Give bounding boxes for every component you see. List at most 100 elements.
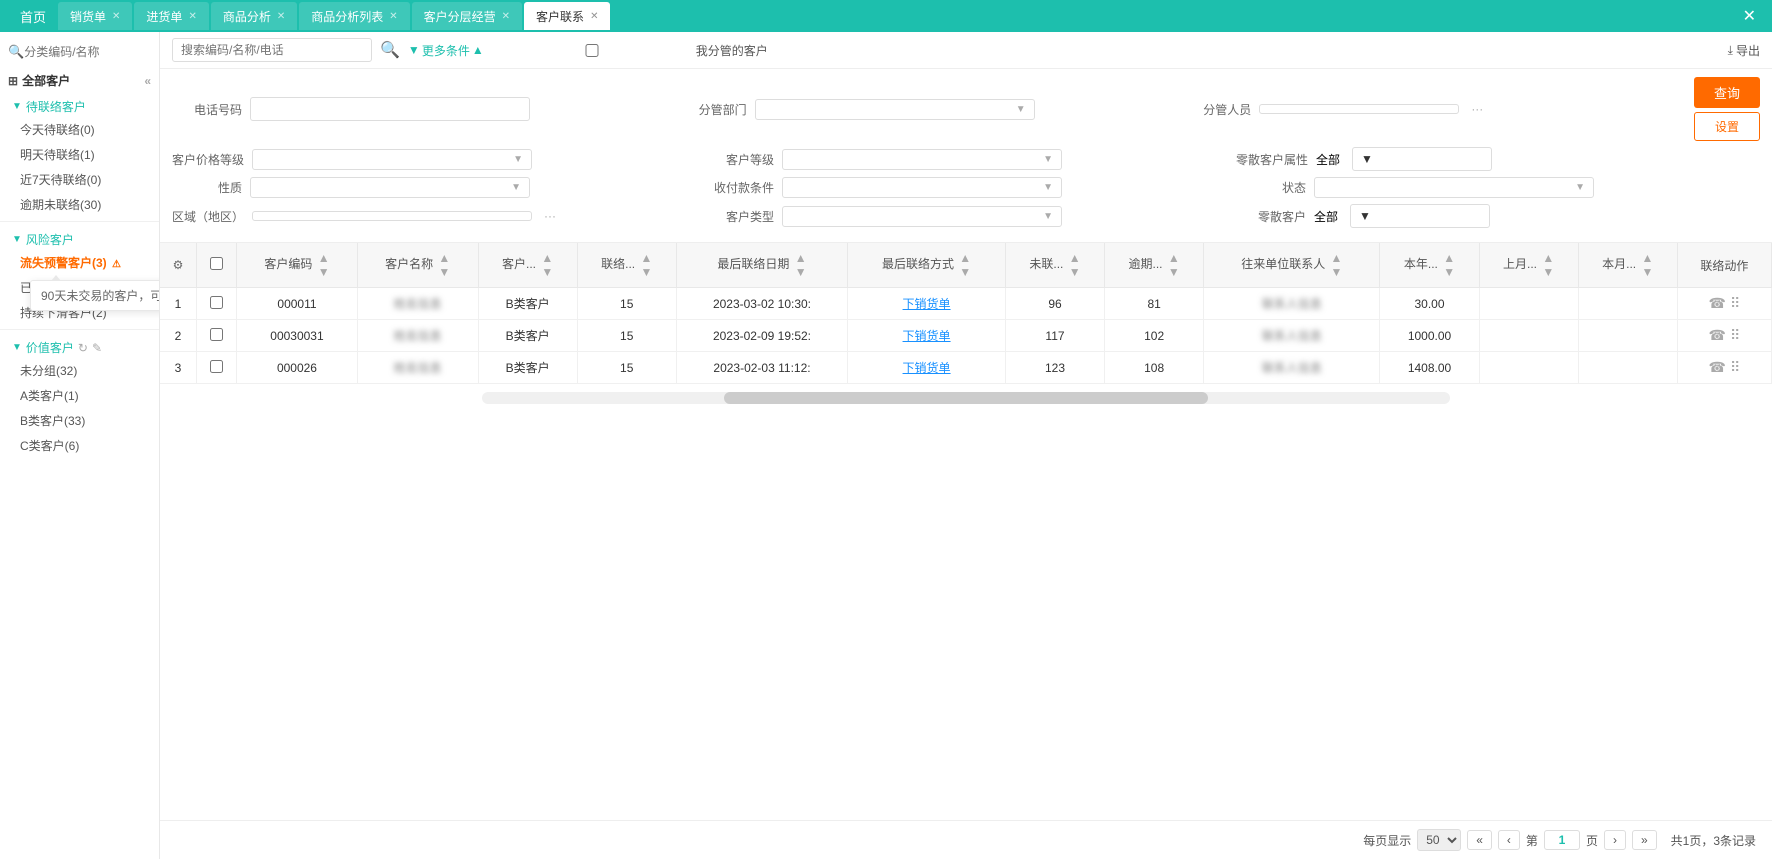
my-customers-checkbox[interactable] <box>492 44 692 57</box>
sidebar-item-class-c[interactable]: C类客户(6) <box>0 433 159 458</box>
horizontal-scrollbar[interactable] <box>482 392 1449 404</box>
settings-button[interactable]: 设置 <box>1694 112 1760 141</box>
status-select[interactable]: ▼ <box>1314 177 1594 198</box>
td-date-1: 2023-03-02 10:30: <box>676 288 847 320</box>
pay-select[interactable]: ▼ <box>782 177 1062 198</box>
prev-page-btn[interactable]: ‹ <box>1498 830 1520 850</box>
action-more-icon-2[interactable]: ⠿ <box>1730 327 1740 344</box>
my-customers-checkbox-label[interactable]: 我分管的客户 <box>492 42 768 59</box>
name-sort-icon[interactable]: ▲▼ <box>438 251 450 279</box>
nav-home[interactable]: 首页 <box>8 7 58 26</box>
date-sort-icon[interactable]: ▲▼ <box>795 251 807 279</box>
gender-select[interactable]: ▼ <box>250 177 530 198</box>
last-page-btn[interactable]: » <box>1632 830 1657 850</box>
window-close-btn[interactable]: ✕ <box>1735 6 1764 26</box>
zero-select[interactable]: ▼ <box>1350 204 1490 228</box>
type-select[interactable]: ▼ <box>782 206 1062 227</box>
sidebar-search-icon: 🔍 <box>8 44 24 60</box>
lmonth-sort-icon[interactable]: ▲▼ <box>1542 251 1554 279</box>
sidebar-item-class-b[interactable]: B类客户(33) <box>0 408 159 433</box>
sidebar-item-loss-warning[interactable]: 流失预警客户(3) ⚠ <box>0 250 159 275</box>
nav-tab-purchase-close[interactable]: ✕ <box>188 11 196 22</box>
price-level-select[interactable]: ▼ <box>252 149 532 170</box>
select-all-checkbox[interactable] <box>210 257 223 270</box>
sidebar-group-risk[interactable]: ▼ 风险客户 <box>0 226 159 250</box>
top-nav: 首页 销货单 ✕ 进货单 ✕ 商品分析 ✕ 商品分析列表 ✕ 客户分层经营 ✕ … <box>0 0 1772 32</box>
action-more-icon-1[interactable]: ⠿ <box>1730 295 1740 312</box>
row-way-2[interactable]: 下销货单 <box>903 329 951 343</box>
overdue-sort-icon[interactable]: ▲▼ <box>1168 251 1180 279</box>
nav-tab-sales[interactable]: 销货单 ✕ <box>58 2 132 30</box>
action-phone-icon-3[interactable]: ☎ <box>1709 359 1726 376</box>
region-select[interactable] <box>252 211 532 221</box>
nav-tab-analysis-list-close[interactable]: ✕ <box>389 11 397 22</box>
dept-select[interactable]: ▼ <box>755 99 1035 120</box>
query-button[interactable]: 查询 <box>1694 77 1760 108</box>
staff-dots[interactable]: ··· <box>1471 102 1483 116</box>
uncontacted-sort-icon[interactable]: ▲▼ <box>1069 251 1081 279</box>
code-sort-icon[interactable]: ▲▼ <box>318 251 330 279</box>
nav-tab-customer-contact[interactable]: 客户联系 ✕ <box>524 2 610 30</box>
phone-input[interactable] <box>250 97 530 121</box>
contacts-sort-icon[interactable]: ▲▼ <box>640 251 652 279</box>
staff-select[interactable] <box>1259 104 1459 114</box>
nav-tab-purchase[interactable]: 进货单 ✕ <box>134 2 208 30</box>
page-input[interactable]: 1 <box>1544 830 1580 850</box>
nav-tab-analysis-close[interactable]: ✕ <box>277 11 285 22</box>
sidebar-item-class-c-label: C类客户(6) <box>20 439 79 453</box>
tmonth-sort-icon[interactable]: ▲▼ <box>1642 251 1654 279</box>
row-checkbox-2[interactable] <box>210 328 223 341</box>
value-edit-icon[interactable]: ✎ <box>92 341 102 355</box>
th-unit-contact: 往来单位联系人 ▲▼ <box>1204 243 1380 288</box>
sidebar-group-pending[interactable]: ▼ 待联络客户 <box>0 93 159 117</box>
way-sort-icon[interactable]: ▲▼ <box>959 251 971 279</box>
more-conditions-btn[interactable]: ▼ 更多条件 ▲ <box>408 42 484 59</box>
value-refresh-icon[interactable]: ↻ <box>78 341 88 355</box>
action-phone-icon-2[interactable]: ☎ <box>1709 327 1726 344</box>
zero-attr-select-arrow: ▼ <box>1361 152 1373 166</box>
action-more-icon-3[interactable]: ⠿ <box>1730 359 1740 376</box>
sidebar-item-ungrouped[interactable]: 未分组(32) <box>0 358 159 383</box>
search-input[interactable] <box>172 38 372 62</box>
nav-tab-customer-contact-close[interactable]: ✕ <box>590 11 598 22</box>
export-btn[interactable]: ⤓ 导出 <box>1728 42 1760 59</box>
gear-settings-icon[interactable]: ⚙ <box>166 253 190 277</box>
level-select[interactable]: ▼ <box>782 149 1062 170</box>
row-checkbox-1[interactable] <box>210 296 223 309</box>
actions-col-2: ☎ ⠿ <box>1684 327 1765 344</box>
unit-sort-icon[interactable]: ▲▼ <box>1331 251 1343 279</box>
sidebar-collapse-btn[interactable]: « <box>144 74 151 88</box>
td-code-2: 00030031 <box>237 320 358 352</box>
sidebar: 🔍 ⊞ 全部客户 « ▼ 待联络客户 今天待联络(0) 明天待联络(1) 近7天… <box>0 32 160 859</box>
sidebar-item-today[interactable]: 今天待联络(0) <box>0 117 159 142</box>
nav-tab-sales-close[interactable]: ✕ <box>112 11 120 22</box>
next-page-btn[interactable]: › <box>1604 830 1626 850</box>
td-code-1: 000011 <box>237 288 358 320</box>
row-checkbox-3[interactable] <box>210 360 223 373</box>
row-way-3[interactable]: 下销货单 <box>903 361 951 375</box>
first-page-btn[interactable]: « <box>1467 830 1492 850</box>
nav-tab-analysis[interactable]: 商品分析 ✕ <box>211 2 297 30</box>
more-conditions-arrow: ▲ <box>472 43 484 57</box>
sidebar-all-customers[interactable]: ⊞ 全部客户 « <box>0 68 159 93</box>
scrollbar-thumb[interactable] <box>724 392 1208 404</box>
td-unit-3: 联系人信息 <box>1204 352 1380 384</box>
search-button[interactable]: 🔍 <box>380 40 400 60</box>
action-phone-icon-1[interactable]: ☎ <box>1709 295 1726 312</box>
region-dots[interactable]: ··· <box>544 209 556 223</box>
nav-tab-customer-layer[interactable]: 客户分层经营 ✕ <box>412 2 522 30</box>
row-way-1[interactable]: 下销货单 <box>903 297 951 311</box>
sidebar-item-7days[interactable]: 近7天待联络(0) <box>0 167 159 192</box>
nav-tab-analysis-list[interactable]: 商品分析列表 ✕ <box>299 2 409 30</box>
zero-attr-select[interactable]: ▼ <box>1352 147 1492 171</box>
page-size-select[interactable]: 50 <box>1417 829 1461 851</box>
year-sort-icon[interactable]: ▲▼ <box>1443 251 1455 279</box>
type-sort-icon[interactable]: ▲▼ <box>541 251 553 279</box>
sidebar-item-overdue[interactable]: 逾期未联络(30) <box>0 192 159 217</box>
nav-tab-customer-layer-close[interactable]: ✕ <box>502 11 510 22</box>
sidebar-item-class-a[interactable]: A类客户(1) <box>0 383 159 408</box>
sidebar-group-value[interactable]: ▼ 价值客户 ↻ ✎ <box>0 334 159 358</box>
sidebar-item-tomorrow[interactable]: 明天待联络(1) <box>0 142 159 167</box>
sidebar-search-input[interactable] <box>24 45 134 59</box>
td-name-1: 姓名信息 <box>357 288 478 320</box>
